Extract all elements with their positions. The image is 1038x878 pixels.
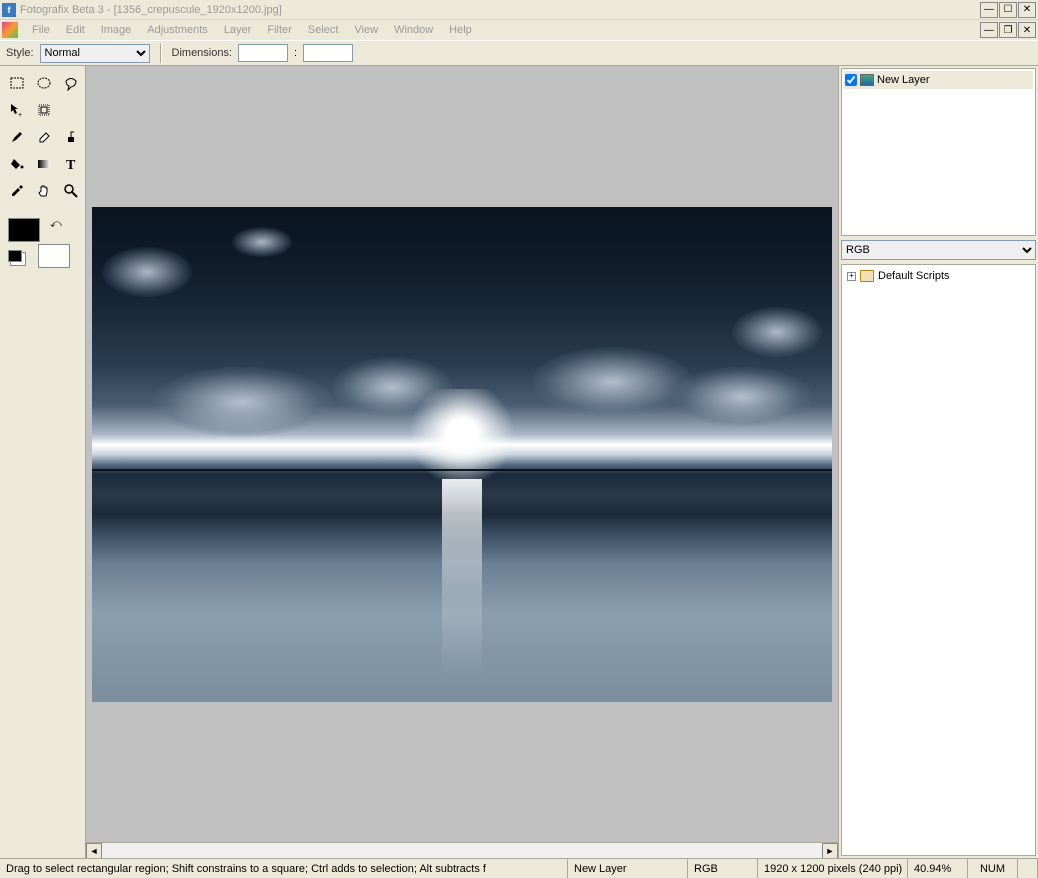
text-tool[interactable]: T bbox=[58, 151, 84, 177]
window-title: Fotografix Beta 3 - [1356_crepuscule_192… bbox=[20, 4, 980, 16]
document-icon bbox=[2, 22, 18, 38]
lasso-tool[interactable] bbox=[58, 70, 84, 96]
maximize-button[interactable]: ☐ bbox=[999, 2, 1017, 18]
canvas-viewport[interactable] bbox=[86, 66, 838, 842]
right-panels: New Layer RGB + Default Scripts bbox=[838, 66, 1038, 858]
empty-tool-1 bbox=[58, 97, 84, 123]
crop-tool[interactable] bbox=[31, 97, 57, 123]
menu-window[interactable]: Window bbox=[386, 22, 441, 38]
eraser-tool[interactable] bbox=[31, 124, 57, 150]
layers-panel: New Layer bbox=[841, 68, 1036, 236]
zoom-tool[interactable] bbox=[58, 178, 84, 204]
mdi-controls: — ❐ ✕ bbox=[980, 22, 1036, 38]
statusbar: Drag to select rectangular region; Shift… bbox=[0, 858, 1038, 878]
menu-filter[interactable]: Filter bbox=[259, 22, 299, 38]
mdi-minimize-button[interactable]: — bbox=[980, 22, 998, 38]
folder-icon bbox=[860, 270, 874, 282]
hand-tool[interactable] bbox=[31, 178, 57, 204]
menu-file[interactable]: File bbox=[24, 22, 58, 38]
tree-expand-icon[interactable]: + bbox=[847, 272, 856, 281]
move-tool[interactable]: + bbox=[4, 97, 30, 123]
brush-tool[interactable] bbox=[4, 124, 30, 150]
divider bbox=[160, 43, 162, 63]
status-layer: New Layer bbox=[568, 859, 688, 878]
status-mode: RGB bbox=[688, 859, 758, 878]
menubar: File Edit Image Adjustments Layer Filter… bbox=[0, 20, 1038, 40]
color-mode-panel: RGB bbox=[841, 240, 1036, 260]
canvas-image bbox=[92, 207, 832, 702]
rectangular-marquee-tool[interactable] bbox=[4, 70, 30, 96]
menu-layer[interactable]: Layer bbox=[216, 22, 260, 38]
status-hint: Drag to select rectangular region; Shift… bbox=[0, 859, 568, 878]
menu-edit[interactable]: Edit bbox=[58, 22, 93, 38]
color-swatches: ⤺ bbox=[2, 216, 83, 280]
status-zoom: 40.94% bbox=[908, 859, 968, 878]
dimensions-label: Dimensions: bbox=[172, 47, 233, 59]
canvas-area: ◄ ► bbox=[86, 66, 838, 858]
options-bar: Style: Normal Dimensions: : bbox=[0, 40, 1038, 66]
swap-colors-icon[interactable]: ⤺ bbox=[50, 218, 64, 232]
eyedropper-tool[interactable] bbox=[4, 178, 30, 204]
svg-text:T: T bbox=[66, 158, 76, 172]
titlebar: f Fotografix Beta 3 - [1356_crepuscule_1… bbox=[0, 0, 1038, 20]
status-num: NUM bbox=[968, 859, 1018, 878]
mdi-restore-button[interactable]: ❐ bbox=[999, 22, 1017, 38]
menu-adjustments[interactable]: Adjustments bbox=[139, 22, 216, 38]
width-input[interactable] bbox=[238, 44, 288, 62]
menu-select[interactable]: Select bbox=[300, 22, 347, 38]
status-dimensions: 1920 x 1200 pixels (240 ppi) bbox=[758, 859, 908, 878]
scroll-right-icon[interactable]: ► bbox=[822, 843, 838, 858]
color-mode-select[interactable]: RGB bbox=[841, 240, 1036, 260]
elliptical-marquee-tool[interactable] bbox=[31, 70, 57, 96]
paint-bucket-tool[interactable] bbox=[4, 151, 30, 177]
layer-visibility-checkbox[interactable] bbox=[845, 74, 857, 86]
default-colors-icon[interactable] bbox=[8, 250, 22, 262]
toolbox: + T bbox=[0, 66, 86, 858]
foreground-color[interactable] bbox=[8, 218, 40, 242]
style-label: Style: bbox=[6, 47, 34, 59]
layer-name: New Layer bbox=[877, 74, 930, 86]
scroll-track[interactable] bbox=[102, 843, 822, 858]
scripts-panel: + Default Scripts bbox=[841, 264, 1036, 856]
window-controls: — ☐ ✕ bbox=[980, 2, 1036, 18]
clone-stamp-tool[interactable] bbox=[58, 124, 84, 150]
height-input[interactable] bbox=[303, 44, 353, 62]
menu-view[interactable]: View bbox=[346, 22, 386, 38]
status-resize-grip[interactable] bbox=[1018, 859, 1038, 878]
layer-row[interactable]: New Layer bbox=[844, 71, 1033, 89]
close-button[interactable]: ✕ bbox=[1018, 2, 1036, 18]
style-select[interactable]: Normal bbox=[40, 44, 150, 63]
horizontal-scrollbar[interactable]: ◄ ► bbox=[86, 842, 838, 858]
svg-text:+: + bbox=[18, 112, 22, 118]
app-icon: f bbox=[2, 3, 16, 17]
minimize-button[interactable]: — bbox=[980, 2, 998, 18]
layer-thumbnail-icon bbox=[860, 74, 874, 86]
background-color[interactable] bbox=[38, 244, 70, 268]
gradient-tool[interactable] bbox=[31, 151, 57, 177]
dimension-separator: : bbox=[294, 47, 297, 59]
menu-image[interactable]: Image bbox=[93, 22, 140, 38]
mdi-close-button[interactable]: ✕ bbox=[1018, 22, 1036, 38]
menu-help[interactable]: Help bbox=[441, 22, 480, 38]
scroll-left-icon[interactable]: ◄ bbox=[86, 843, 102, 858]
main-area: + T bbox=[0, 66, 1038, 858]
scripts-tree-root[interactable]: + Default Scripts bbox=[846, 269, 1031, 283]
tree-item-label: Default Scripts bbox=[878, 270, 950, 282]
